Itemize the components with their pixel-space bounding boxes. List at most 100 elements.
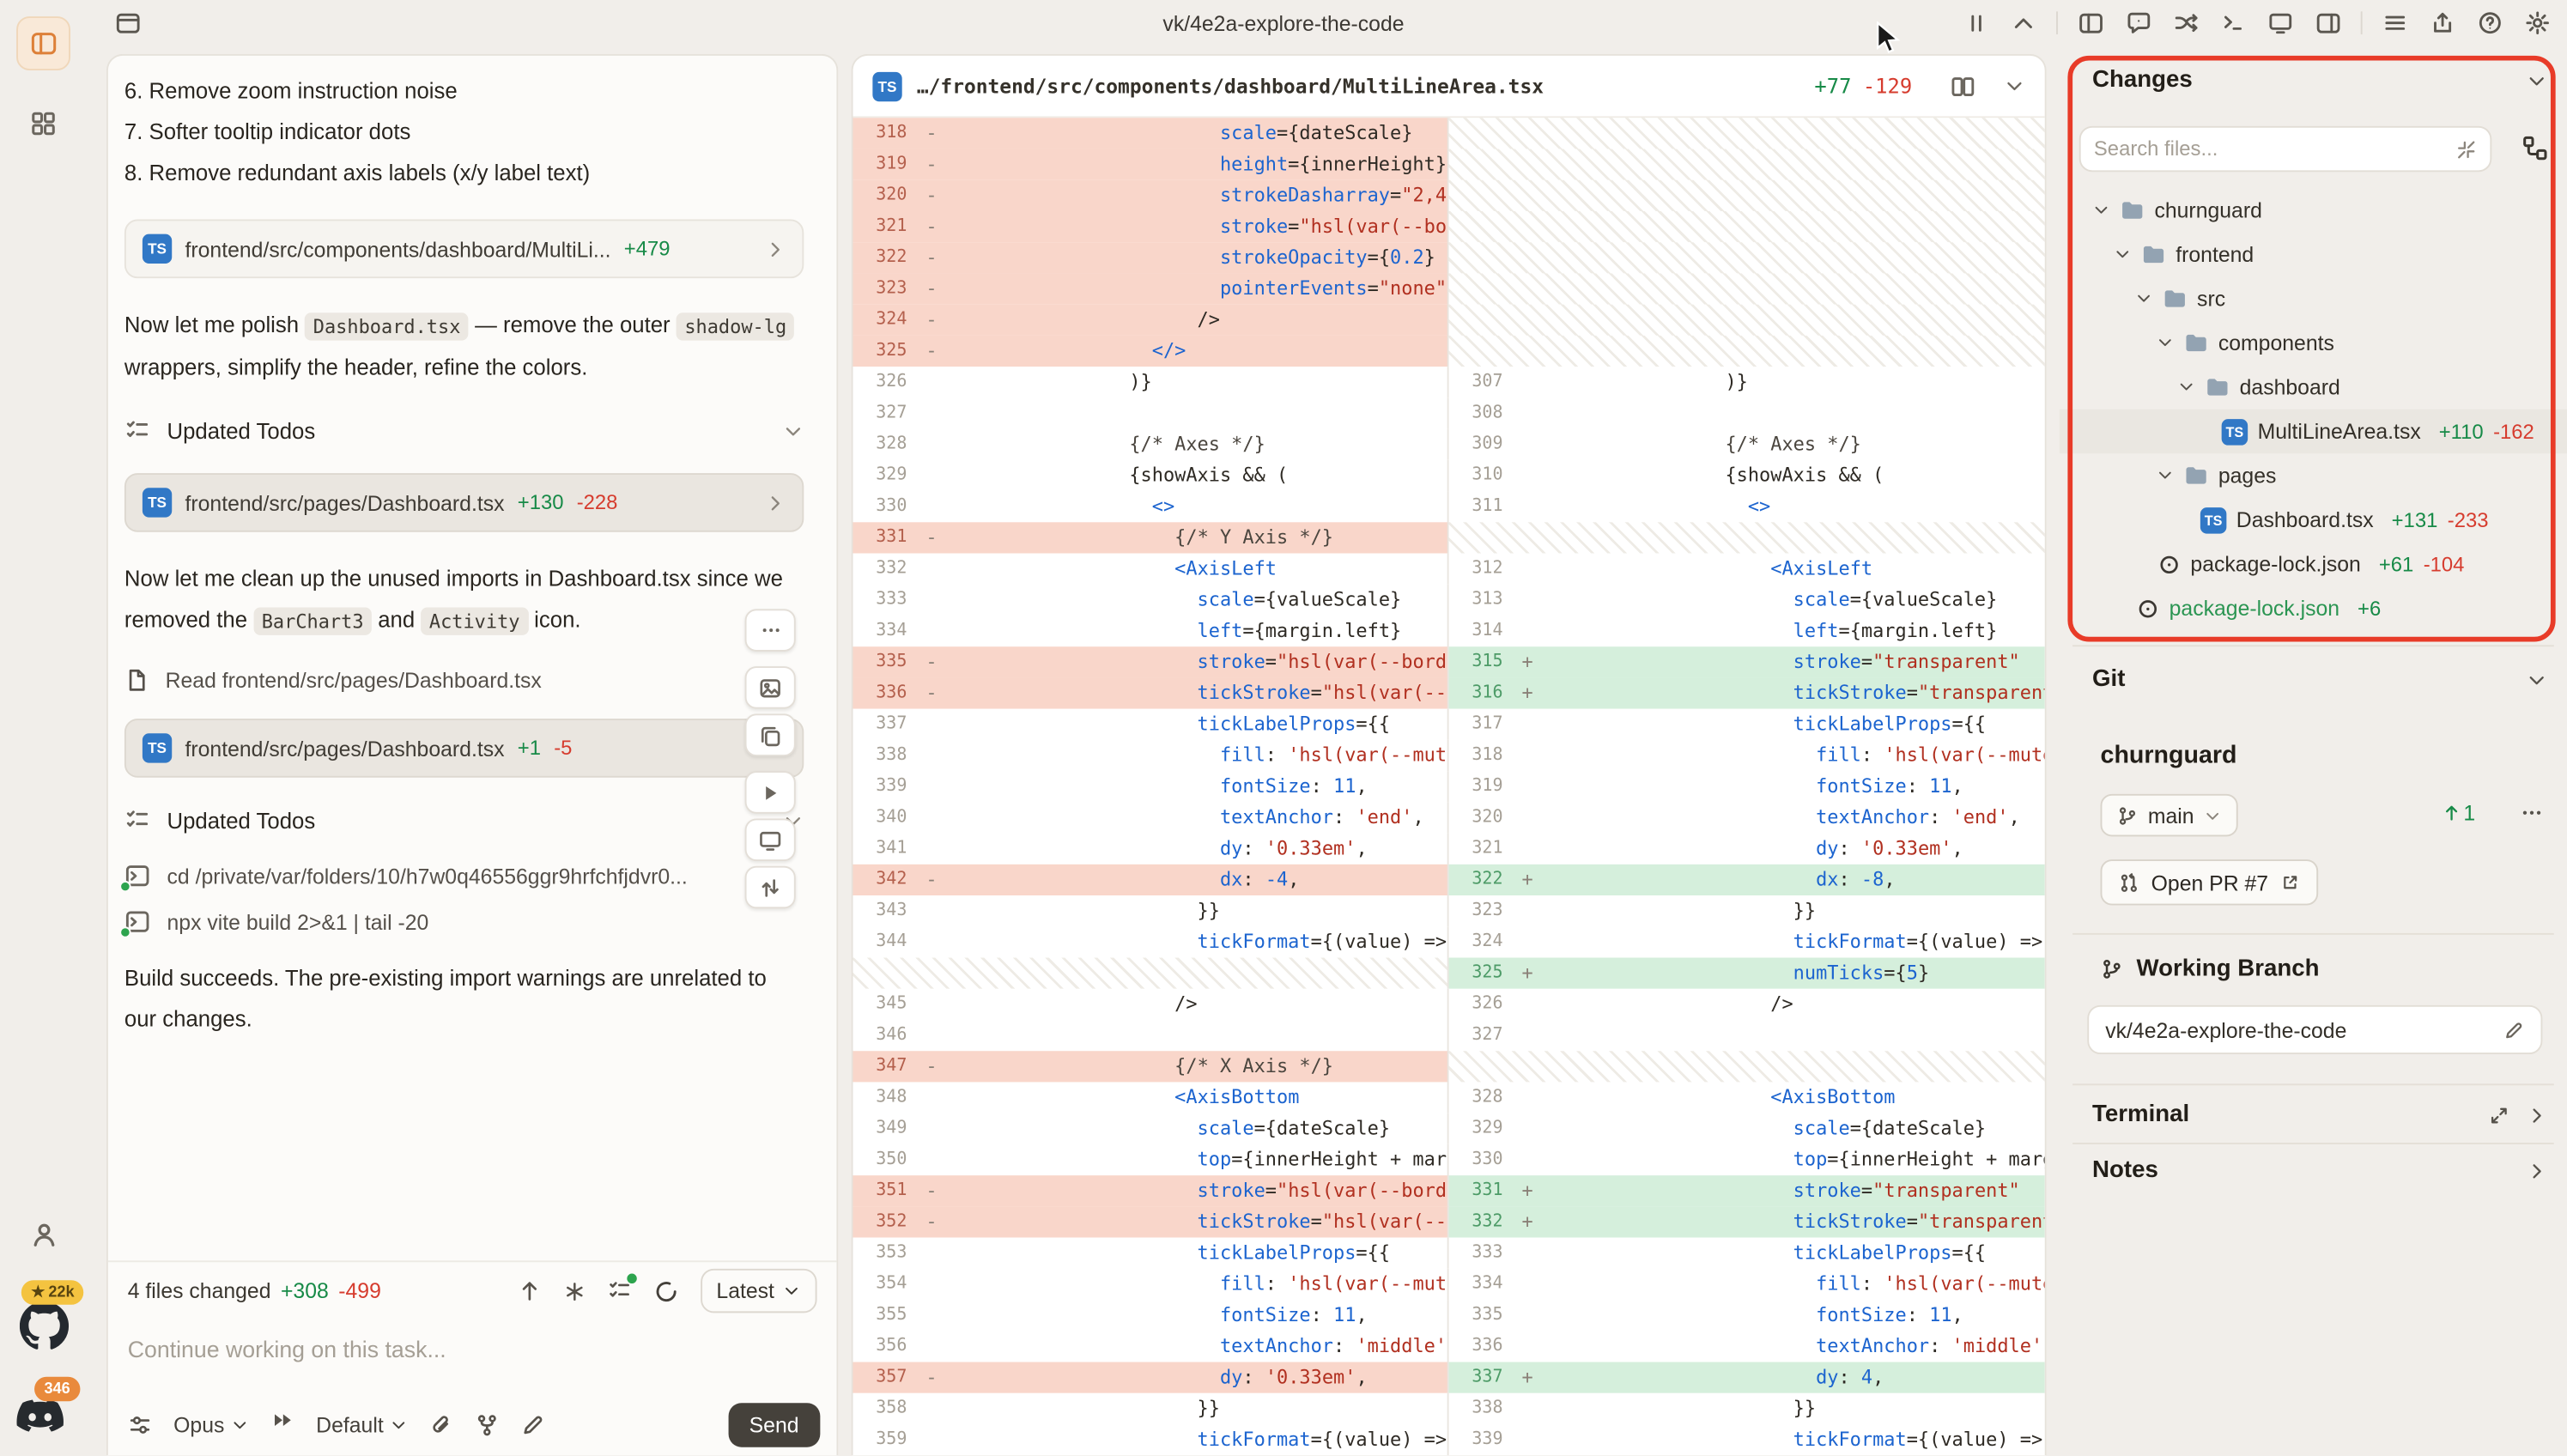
github-icon[interactable] xyxy=(20,1301,69,1359)
code-text: <AxisLeft xyxy=(948,554,1277,585)
diff-old-line: 355 fontSize: 11, xyxy=(853,1300,1448,1331)
diff-new-line: 319 fontSize: 11, xyxy=(1449,771,2045,802)
help-icon[interactable] xyxy=(2470,5,2509,41)
diff-old-line: 348 <AxisBottom xyxy=(853,1082,1448,1113)
ahead-count[interactable]: 1 xyxy=(2441,800,2475,825)
todos-label: Updated Todos xyxy=(167,418,316,443)
chevron-up-icon[interactable] xyxy=(2004,5,2043,41)
notes-section-title[interactable]: Notes xyxy=(2092,1157,2158,1184)
fast-forward-icon[interactable] xyxy=(270,1408,295,1441)
chevron-right-icon[interactable] xyxy=(2526,1161,2547,1182)
chat-bubble-icon[interactable] xyxy=(2119,5,2158,41)
terminal-prompt-icon[interactable] xyxy=(2213,5,2253,41)
board-icon[interactable] xyxy=(16,97,70,151)
gear-icon[interactable] xyxy=(2518,5,2558,41)
tree-item[interactable]: churnguard xyxy=(2060,188,2567,232)
shuffle-icon[interactable] xyxy=(2166,5,2206,41)
panel-right-icon[interactable] xyxy=(2309,5,2348,41)
model-select[interactable]: Opus xyxy=(173,1412,249,1437)
mode-select[interactable]: Default xyxy=(316,1412,408,1437)
discord-icon[interactable] xyxy=(15,1398,65,1445)
tree-item[interactable]: src xyxy=(2060,276,2567,320)
compare-icon[interactable] xyxy=(745,866,796,909)
changes-section-title[interactable]: Changes xyxy=(2092,67,2193,94)
more-icon[interactable] xyxy=(745,609,796,652)
display-icon[interactable] xyxy=(2261,5,2300,41)
branch-name-input[interactable] xyxy=(2105,1017,2493,1042)
tree-item[interactable]: components xyxy=(2060,321,2567,365)
copy-icon[interactable] xyxy=(745,713,796,756)
code-text: tickStroke="hsl(var(--border))" xyxy=(948,677,1449,708)
play-icon[interactable] xyxy=(745,771,796,814)
diff-marker xyxy=(915,1238,948,1269)
file-diff-chip[interactable]: TS frontend/src/pages/Dashboard.tsx +130… xyxy=(124,473,804,532)
chat-transcript[interactable]: 6. Remove zoom instruction noise 7. Soft… xyxy=(108,56,837,1260)
workspace-icon[interactable] xyxy=(16,16,70,70)
fork-icon[interactable] xyxy=(476,1412,501,1437)
panel-left-icon[interactable] xyxy=(2071,5,2110,41)
search-input[interactable] xyxy=(2094,137,2446,161)
expand-icon[interactable] xyxy=(2488,1105,2509,1126)
file-diff-chip[interactable]: TS frontend/src/components/dashboard/Mul… xyxy=(124,220,804,279)
arrow-up-icon[interactable] xyxy=(517,1278,542,1303)
line-number: 324 xyxy=(1449,926,1511,957)
terminal-command-item[interactable]: npx vite build 2>&1 | tail -20 xyxy=(124,908,804,935)
tree-item-name: components xyxy=(2218,331,2334,355)
spark-icon[interactable] xyxy=(562,1279,586,1302)
diff-new-line xyxy=(1449,1051,2045,1082)
code-text: <> xyxy=(948,491,1174,522)
read-file-item[interactable]: Read frontend/src/pages/Dashboard.tsx xyxy=(124,668,804,693)
removed-count: -228 xyxy=(577,491,618,514)
monitor-icon[interactable] xyxy=(745,818,796,861)
chevron-down-icon[interactable] xyxy=(2526,670,2547,691)
tune-icon[interactable] xyxy=(128,1412,153,1437)
tree-item[interactable]: TSMultiLineArea.tsx+110-162 xyxy=(2060,410,2567,453)
chevron-down-icon[interactable] xyxy=(2004,76,2025,97)
tree-item[interactable]: dashboard xyxy=(2060,365,2567,409)
chevron-down-icon[interactable] xyxy=(2526,70,2547,92)
more-icon[interactable] xyxy=(2520,800,2545,833)
tree-item[interactable]: package-lock.json+6 xyxy=(2060,586,2567,630)
file-diff-chip[interactable]: TS frontend/src/pages/Dashboard.tsx +1 -… xyxy=(124,719,804,778)
user-icon[interactable] xyxy=(16,1206,70,1260)
tree-item[interactable]: package-lock.json+61-104 xyxy=(2060,542,2567,585)
tree-item[interactable]: TSDashboard.tsx+131-233 xyxy=(2060,498,2567,542)
chevron-right-icon[interactable] xyxy=(2526,1105,2547,1126)
tree-item[interactable]: pages xyxy=(2060,453,2567,497)
pen-icon[interactable] xyxy=(521,1412,546,1437)
code-text: <AxisLeft xyxy=(1544,554,1872,585)
tree-icon[interactable] xyxy=(2521,134,2549,161)
attach-icon[interactable] xyxy=(429,1412,454,1437)
removed-count: -129 xyxy=(1863,74,1912,99)
send-button[interactable]: Send xyxy=(728,1402,821,1446)
line-number: 321 xyxy=(1449,834,1511,864)
image-icon[interactable] xyxy=(745,666,796,709)
terminal-command-item[interactable]: cd /private/var/folders/10/h7w0q46556ggr… xyxy=(124,863,804,889)
collapse-icon[interactable] xyxy=(2455,138,2477,160)
tabs-icon[interactable] xyxy=(114,9,141,36)
diff-row: 343 }}323 }} xyxy=(853,895,2044,926)
diff-rows[interactable]: 318- scale={dateScale}319- height={inner… xyxy=(853,118,2044,1455)
line-number: 349 xyxy=(853,1113,914,1144)
updated-todos-item[interactable]: Updated Todos xyxy=(124,417,804,444)
pause-icon[interactable] xyxy=(1957,5,1996,41)
open-pr-button[interactable]: Open PR #7 xyxy=(2101,859,2318,905)
share-icon[interactable] xyxy=(2423,5,2462,41)
tree-item[interactable]: frontend xyxy=(2060,233,2567,276)
branch-select[interactable]: main xyxy=(2101,794,2239,837)
split-view-icon[interactable] xyxy=(1950,73,1976,100)
added-count: +6 xyxy=(2358,597,2381,620)
updated-todos-item[interactable]: Updated Todos xyxy=(124,807,804,834)
todos-icon[interactable] xyxy=(607,1278,632,1303)
diff-marker xyxy=(1511,740,1544,771)
terminal-box-icon xyxy=(124,908,151,935)
pull-request-icon xyxy=(2119,871,2140,893)
message-input[interactable] xyxy=(128,1336,817,1395)
pencil-icon[interactable] xyxy=(2503,1019,2525,1040)
terminal-section-title[interactable]: Terminal xyxy=(2092,1101,2189,1128)
git-section-title[interactable]: Git xyxy=(2092,666,2125,693)
diff-summary-bar[interactable]: 4 files changed +308 -499 Latest xyxy=(108,1260,837,1320)
code-text: stroke="hsl(var(--border))" xyxy=(948,1175,1449,1206)
menu-icon[interactable] xyxy=(2376,5,2415,41)
version-select[interactable]: Latest xyxy=(700,1269,816,1313)
